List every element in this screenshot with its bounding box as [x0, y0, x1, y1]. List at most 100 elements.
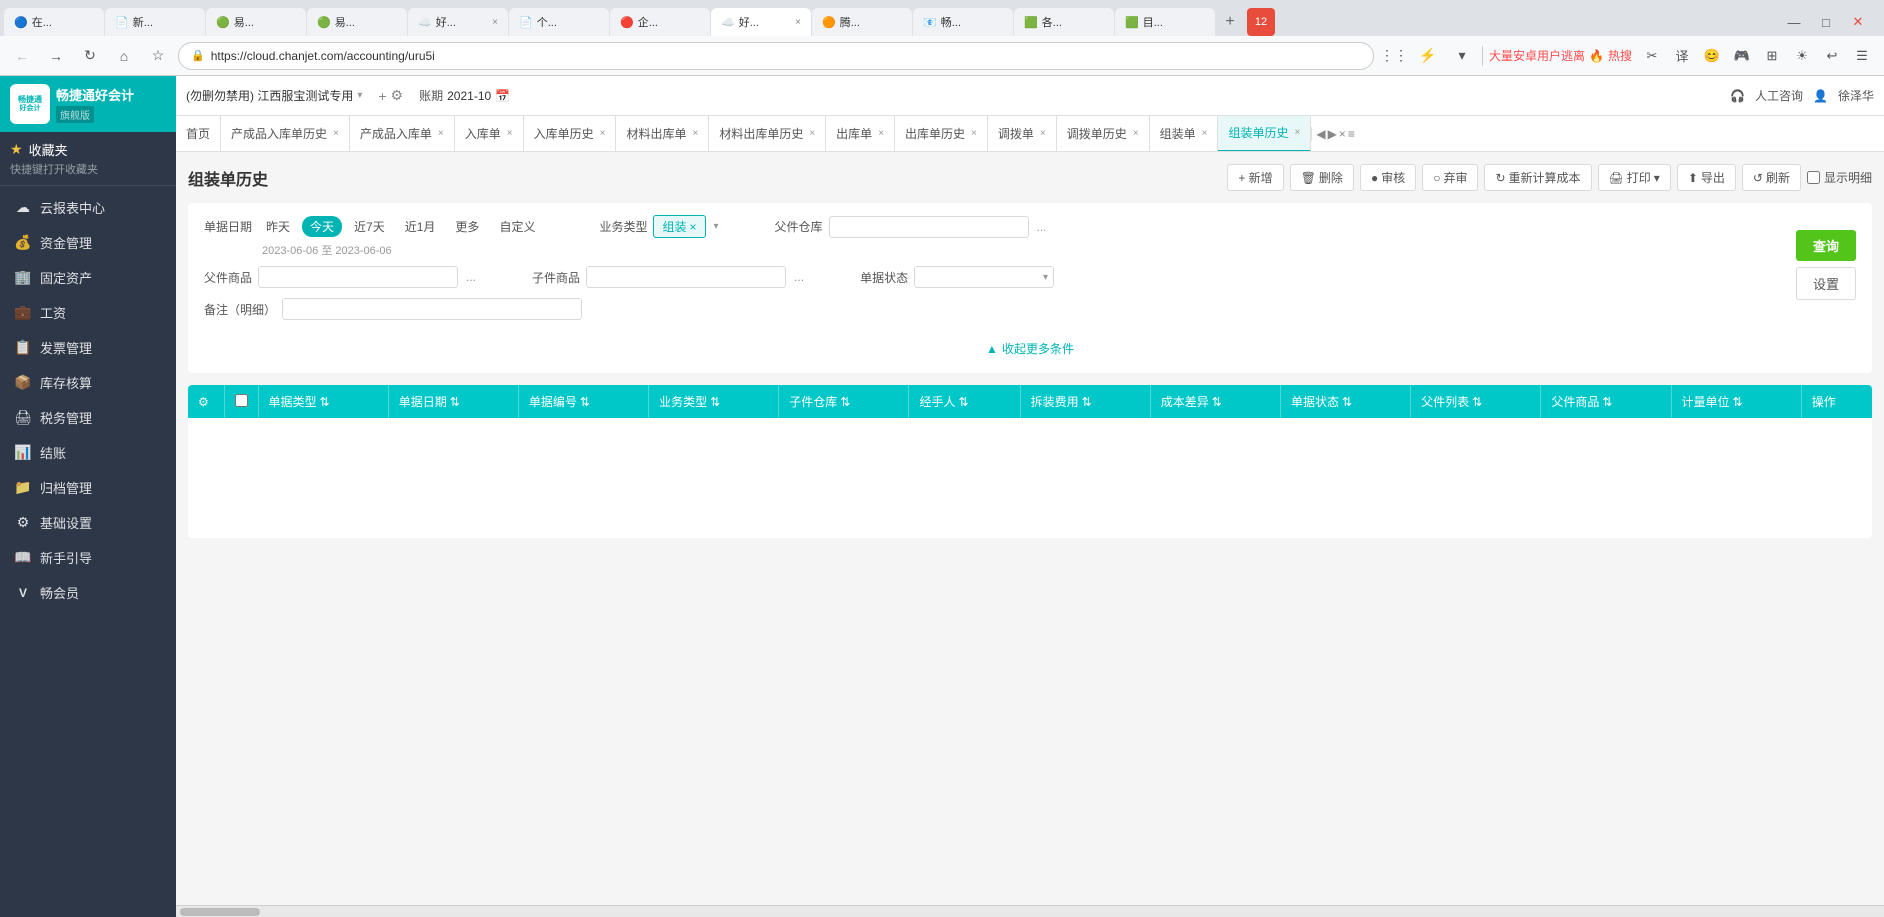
select-all-checkbox[interactable] [235, 394, 248, 407]
user-name[interactable]: 徐泽华 [1838, 87, 1874, 104]
th-settings[interactable]: ⚙ [188, 385, 224, 418]
settings-gear-icon[interactable]: ⚙ [391, 87, 404, 104]
browser-tab-10[interactable]: 📧 畅... [913, 8, 1013, 36]
browser-tab-8[interactable]: ☁️ 好... × [711, 8, 811, 36]
tab-outbound-close[interactable]: × [878, 128, 884, 139]
minimize-button[interactable]: — [1780, 8, 1808, 36]
settings-button[interactable]: 设置 [1796, 267, 1856, 300]
last7days-btn[interactable]: 近7天 [346, 216, 393, 237]
th-parent-product[interactable]: 父件商品 ⇅ [1541, 385, 1671, 418]
th-check[interactable] [224, 385, 258, 418]
back-button[interactable]: ← [8, 42, 36, 70]
tab-close-5[interactable]: × [492, 17, 498, 28]
biz-type-dropdown-arrow[interactable]: ▾ [714, 221, 719, 232]
th-doc-no[interactable]: 单据编号 ⇅ [518, 385, 648, 418]
tab-assembly[interactable]: 组装单 × [1150, 116, 1219, 152]
undo-icon[interactable]: ↩ [1818, 42, 1846, 70]
th-disassembly-cost[interactable]: 拆装费用 ⇅ [1020, 385, 1150, 418]
grid-icon[interactable]: ⊞ [1758, 42, 1786, 70]
tab-finished-goods-close[interactable]: × [438, 128, 444, 139]
consult-label[interactable]: 人工咨询 [1755, 87, 1803, 104]
tab-assembly-history[interactable]: 组装单历史 × [1218, 116, 1311, 152]
th-cost-diff[interactable]: 成本差异 ⇅ [1150, 385, 1280, 418]
show-detail-checkbox-area[interactable]: 显示明细 [1807, 169, 1872, 186]
refresh-button[interactable]: ↺ 刷新 [1742, 164, 1801, 191]
today-btn[interactable]: 今天 [302, 216, 342, 237]
sidebar-item-cloud-report[interactable]: ☁ 云报表中心 [0, 190, 176, 225]
th-child-warehouse[interactable]: 子件仓库 ⇅ [779, 385, 909, 418]
th-unit[interactable]: 计量单位 ⇅ [1671, 385, 1801, 418]
add-company-icon[interactable]: + [378, 88, 386, 104]
tab-inbound-close[interactable]: × [507, 128, 513, 139]
sidebar-item-archive[interactable]: 📁 归档管理 [0, 470, 176, 505]
parent-product-more[interactable]: ... [466, 270, 476, 284]
tab-finished-goods[interactable]: 产成品入库单 × [350, 116, 455, 152]
close-button[interactable]: ✕ [1844, 8, 1872, 36]
tab-assembly-history-close[interactable]: × [1294, 127, 1300, 138]
emoji-icon[interactable]: 😊 [1698, 42, 1726, 70]
export-button[interactable]: ⬆ 导出 [1677, 164, 1736, 191]
browser-tab-6[interactable]: 📄 个... [509, 8, 609, 36]
th-handler[interactable]: 经手人 ⇅ [909, 385, 1020, 418]
sidebar-item-settings[interactable]: ⚙ 基础设置 [0, 505, 176, 540]
horizontal-scrollbar[interactable] [176, 905, 1884, 917]
tab-finished-goods-history[interactable]: 产成品入库单历史 × [221, 116, 350, 152]
tab-material-outbound[interactable]: 材料出库单 × [616, 116, 709, 152]
biz-type-tag-remove[interactable]: × [689, 220, 696, 234]
tab-home[interactable]: 首页 [176, 116, 221, 152]
tab-close-8[interactable]: × [795, 17, 801, 28]
browser-tab-9[interactable]: 🟠 腾... [812, 8, 912, 36]
sidebar-item-payroll[interactable]: 💼 工资 [0, 295, 176, 330]
tab-close-current[interactable]: × [1339, 127, 1346, 141]
abandon-button[interactable]: ○ 弃审 [1422, 164, 1478, 191]
sidebar-item-guide[interactable]: 📖 新手引导 [0, 540, 176, 575]
tab-material-outbound-close[interactable]: × [692, 128, 698, 139]
menu-icon[interactable]: ☰ [1848, 42, 1876, 70]
tab-outbound-history-close[interactable]: × [971, 128, 977, 139]
collapse-button[interactable]: ▲ 收起更多条件 [982, 336, 1078, 361]
tab-inbound-history[interactable]: 入库单历史 × [524, 116, 617, 152]
print-button[interactable]: 🖨 打印 ▾ [1598, 164, 1671, 191]
new-tab-button[interactable]: + [1216, 8, 1244, 36]
parent-product-input[interactable] [258, 266, 458, 288]
sidebar-item-capital[interactable]: 💰 资金管理 [0, 225, 176, 260]
profile-button[interactable]: ▾ [1448, 42, 1476, 70]
recalculate-button[interactable]: ↻ 重新计算成本 [1484, 164, 1591, 191]
tab-left-arrow[interactable]: ◀ [1316, 127, 1325, 141]
scissors-icon[interactable]: ✂ [1638, 42, 1666, 70]
last1month-btn[interactable]: 近1月 [397, 216, 444, 237]
sidebar-item-invoice[interactable]: 📋 发票管理 [0, 330, 176, 365]
translate-icon[interactable]: 译 [1668, 42, 1696, 70]
tab-material-outbound-history-close[interactable]: × [809, 128, 815, 139]
parent-warehouse-more[interactable]: ... [1037, 220, 1047, 234]
tab-inbound[interactable]: 入库单 × [455, 116, 524, 152]
address-bar[interactable]: 🔒 https://cloud.chanjet.com/accounting/u… [178, 42, 1374, 70]
tab-inbound-history-close[interactable]: × [600, 128, 606, 139]
browser-tab-3[interactable]: 🟢 易... [206, 8, 306, 36]
show-detail-checkbox[interactable] [1807, 171, 1820, 184]
query-button[interactable]: 查询 [1796, 230, 1856, 261]
browser-tab-12[interactable]: 🟩 目... [1115, 8, 1215, 36]
browser-tab-1[interactable]: 🔵 在... [4, 8, 104, 36]
sidebar-item-vip[interactable]: V 畅会员 [0, 575, 176, 610]
home-button[interactable]: ⌂ [110, 42, 138, 70]
browser-tab-11[interactable]: 🟩 各... [1014, 8, 1114, 36]
game-icon[interactable]: 🎮 [1728, 42, 1756, 70]
audit-button[interactable]: ● 审核 [1360, 164, 1416, 191]
forward-button[interactable]: → [42, 42, 70, 70]
th-doc-status[interactable]: 单据状态 ⇅ [1280, 385, 1410, 418]
delete-button[interactable]: 🗑 删除 [1290, 164, 1354, 191]
th-doc-date[interactable]: 单据日期 ⇅ [388, 385, 518, 418]
doc-status-select[interactable]: 已审核 未审核 [914, 266, 1054, 288]
tab-more-options[interactable]: ≡ [1348, 127, 1355, 141]
scrollbar-thumb[interactable] [180, 908, 260, 916]
tab-material-outbound-history[interactable]: 材料出库单历史 × [709, 116, 826, 152]
browser-tab-2[interactable]: 📄 新... [105, 8, 205, 36]
sidebar-item-inventory[interactable]: 📦 库存核算 [0, 365, 176, 400]
note-input[interactable] [282, 298, 582, 320]
tab-transfer-close[interactable]: × [1040, 128, 1046, 139]
browser-tab-5[interactable]: ☁️ 好... × [408, 8, 508, 36]
tab-outbound-history[interactable]: 出库单历史 × [895, 116, 988, 152]
extension-button[interactable]: ⚡ [1414, 42, 1442, 70]
custom-date-btn[interactable]: 自定义 [491, 216, 543, 237]
